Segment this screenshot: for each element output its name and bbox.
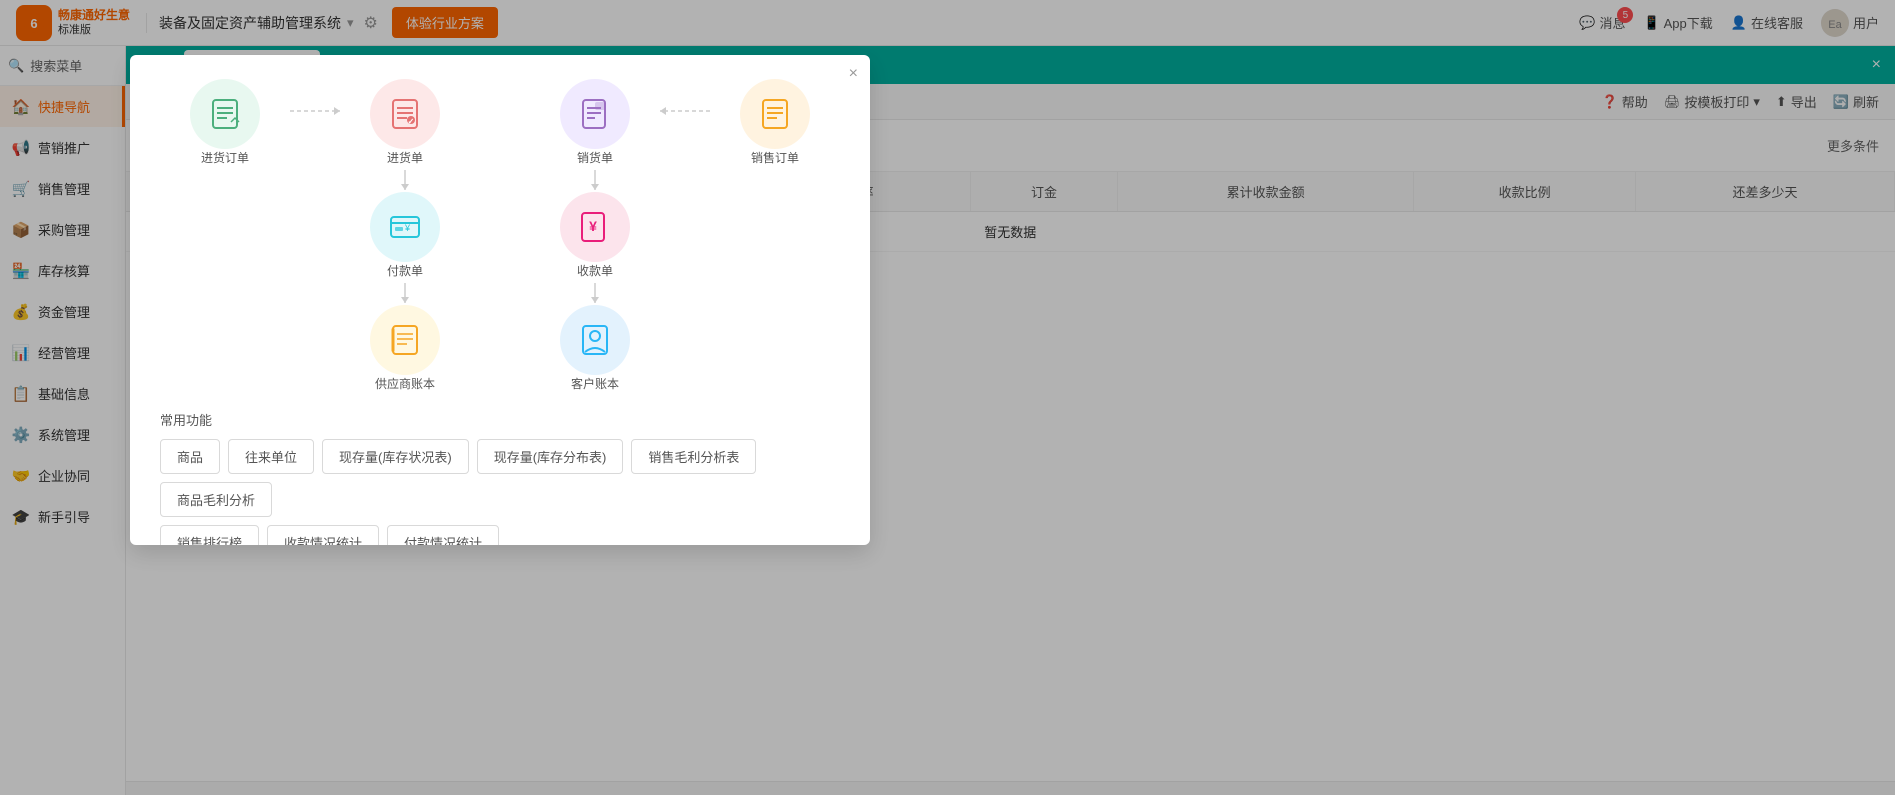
flow-node-customer-ledger[interactable]: 客户账本 xyxy=(530,305,660,392)
sales-order-icon xyxy=(740,79,810,149)
modal-close-btn[interactable]: × xyxy=(849,65,858,83)
func-btn-partner[interactable]: 往来单位 xyxy=(228,439,314,474)
payment-bill-label: 付款单 xyxy=(387,262,423,279)
common-func-title: 常用功能 xyxy=(160,410,840,429)
sales-bill-icon xyxy=(560,79,630,149)
customer-ledger-icon xyxy=(560,305,630,375)
purchase-bill-label: 进货单 xyxy=(387,149,423,166)
modal-content: 进货订单 ✓ xyxy=(130,55,870,545)
receipt-bill-icon: ¥ xyxy=(560,192,630,262)
svg-text:¥: ¥ xyxy=(404,223,411,233)
flow-node-purchase-order[interactable]: 进货订单 xyxy=(160,79,290,166)
flow-node-sales-bill[interactable]: 销货单 xyxy=(530,79,660,166)
purchase-bill-icon: ✓ xyxy=(370,79,440,149)
flow-top-row: 进货订单 ✓ xyxy=(160,79,840,166)
flow-bottom-row: 供应商账本 客户账本 xyxy=(160,305,840,392)
customer-ledger-label: 客户账本 xyxy=(571,375,619,392)
svg-text:¥: ¥ xyxy=(589,218,597,234)
func-btn-goods[interactable]: 商品 xyxy=(160,439,220,474)
func-btn-stock-dist[interactable]: 现存量(库存分布表) xyxy=(477,439,624,474)
receipt-bill-label: 收款单 xyxy=(577,262,613,279)
func-btn-receipt-stat[interactable]: 收款情况统计 xyxy=(267,525,379,545)
arrow-1 xyxy=(290,103,340,119)
sales-bill-label: 销货单 xyxy=(577,149,613,166)
flow-node-purchase-bill[interactable]: ✓ 进货单 xyxy=(340,79,470,166)
func-btn-sales-rank[interactable]: 销售排行榜 xyxy=(160,525,259,545)
supplier-ledger-label: 供应商账本 xyxy=(375,375,435,392)
flow-mid-row: ¥ 付款单 ¥ 收款单 xyxy=(160,192,840,279)
common-func-grid: 商品 往来单位 现存量(库存状况表) 现存量(库存分布表) 销售毛利分析表 商品… xyxy=(160,439,840,517)
flow-node-supplier-ledger[interactable]: 供应商账本 xyxy=(340,305,470,392)
func-btn-sales-profit[interactable]: 销售毛利分析表 xyxy=(631,439,756,474)
down-arrows-row1 xyxy=(160,170,840,190)
flow-modal: × 进货订单 xyxy=(130,55,870,545)
svg-text:✓: ✓ xyxy=(408,117,415,126)
func-btn-payment-stat[interactable]: 付款情况统计 xyxy=(387,525,499,545)
down-arrows-row2 xyxy=(160,283,840,303)
sales-order-label: 销售订单 xyxy=(751,149,799,166)
payment-bill-icon: ¥ xyxy=(370,192,440,262)
flow-node-payment-bill[interactable]: ¥ 付款单 xyxy=(340,192,470,279)
purchase-order-icon xyxy=(190,79,260,149)
arrow-2 xyxy=(660,103,710,119)
modal-overlay[interactable]: × 进货订单 xyxy=(0,0,1895,795)
func-btn-goods-profit[interactable]: 商品毛利分析 xyxy=(160,482,272,517)
flow-node-receipt-bill[interactable]: ¥ 收款单 xyxy=(530,192,660,279)
func-btn-stock-status[interactable]: 现存量(库存状况表) xyxy=(322,439,469,474)
supplier-ledger-icon xyxy=(370,305,440,375)
flow-node-sales-order[interactable]: 销售订单 xyxy=(710,79,840,166)
purchase-order-label: 进货订单 xyxy=(201,149,249,166)
common-func-grid-2: 销售排行榜 收款情况统计 付款情况统计 xyxy=(160,525,840,545)
